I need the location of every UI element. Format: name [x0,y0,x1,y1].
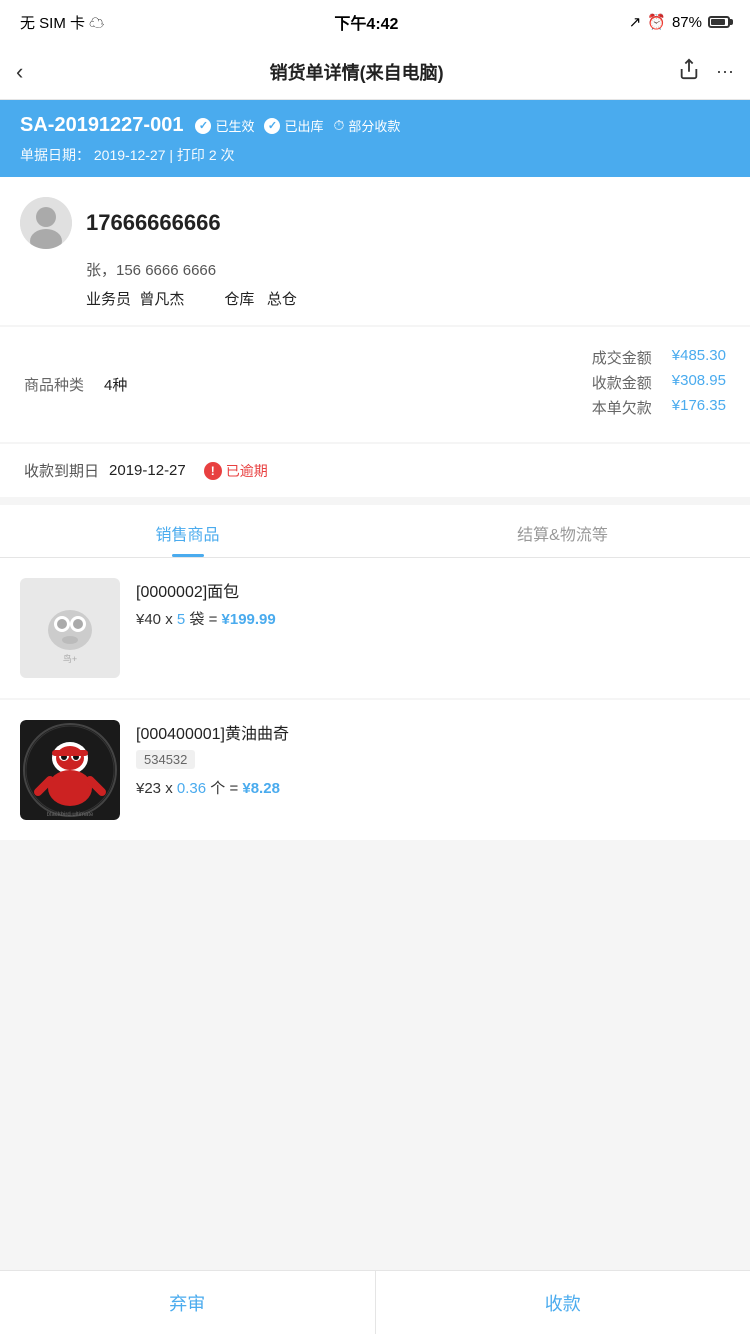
salesperson: 业务员 曾凡杰 [86,288,184,309]
order-id: SA-20191227-001 [20,114,183,137]
product-name-1: [0000002]面包 [136,578,730,602]
product-total-2: ¥8.28 [242,780,280,797]
badge-shipped: ✓ 已出库 [264,116,323,135]
product-qty-1: 5 [177,611,185,628]
nav-actions: ··· [678,58,734,85]
customer-contact: 张，156 6666 6666 [20,259,730,280]
due-date: 2019-12-27 [109,462,186,479]
tabs: 销售商品 结算&物流等 [0,505,750,557]
list-item: blackbird ultimate [000400001]黄油曲奇 53453… [0,700,750,840]
check-icon-2: ✓ [264,118,280,134]
received-label: 收款金额 [592,372,652,393]
customer-card: 17666666666 张，156 6666 6666 业务员 曾凡杰 仓库 总… [0,177,750,325]
check-icon-1: ✓ [195,118,211,134]
svg-text:blackbird ultimate: blackbird ultimate [47,812,94,818]
svg-text:鸟+: 鸟+ [63,653,77,664]
clock-icon: ⏱ [334,117,345,134]
warehouse: 仓库 总仓 [224,288,297,309]
status-badges: ✓ 已生效 ✓ 已出库 ⏱ 部分收款 [195,116,400,135]
customer-top: 17666666666 [20,197,730,249]
product-image-1: 鸟+ [20,578,120,678]
page-title: 销货单详情(来自电脑) [35,59,678,85]
badge-effective: ✓ 已生效 [195,116,254,135]
product-price-2: ¥23 x 0.36 个 = ¥8.28 [136,777,730,798]
back-button[interactable]: ‹ [16,51,35,93]
product-image-2: blackbird ultimate [20,720,120,820]
reject-button[interactable]: 弃审 [0,1271,376,1334]
product-price-1: ¥40 x 5 袋 = ¥199.99 [136,608,730,629]
due-card: 收款到期日 2019-12-27 ! 已逾期 [0,444,750,497]
customer-phone: 17666666666 [86,210,221,236]
customer-meta: 业务员 曾凡杰 仓库 总仓 [20,288,730,309]
badge-partial: ⏱ 部分收款 [334,116,401,135]
overdue-badge: ! 已逾期 [204,461,268,481]
order-date: 单据日期： 2019-12-27 | 打印 2 次 [20,145,730,165]
product-list: 鸟+ [0000002]面包 ¥40 x 5 袋 = ¥199.99 [0,558,750,840]
product-total-1: ¥199.99 [222,611,276,628]
list-item: 鸟+ [0000002]面包 ¥40 x 5 袋 = ¥199.99 [0,558,750,698]
type-value: 4种 [104,374,127,395]
owed-value: ¥176.35 [672,397,726,418]
status-bar: 无 SIM 卡 ☁ 下午4:42 ↗ ⏰ 87% [0,0,750,44]
summary-card: 商品种类 4种 成交金额 ¥485.30 收款金额 ¥308.95 本单欠款 ¥… [0,327,750,442]
avatar [20,197,72,249]
product-info-2: [000400001]黄油曲奇 534532 ¥23 x 0.36 个 = ¥8… [136,720,730,798]
status-right: ↗ ⏰ 87% [629,13,730,31]
collect-button[interactable]: 收款 [376,1271,750,1334]
summary-row: 商品种类 4种 成交金额 ¥485.30 收款金额 ¥308.95 本单欠款 ¥… [24,347,726,422]
tab-settlement[interactable]: 结算&物流等 [375,505,750,557]
amount-label: 成交金额 [592,347,652,368]
order-header: SA-20191227-001 ✓ 已生效 ✓ 已出库 ⏱ 部分收款 单据日期：… [0,100,750,177]
product-sku-2: 534532 [136,750,195,769]
battery-icon [708,16,730,28]
location-icon: ↗ [629,13,642,31]
type-label: 商品种类 [24,374,84,395]
overdue-text: 已逾期 [226,461,268,481]
tab-products[interactable]: 销售商品 [0,505,375,557]
share-button[interactable] [678,58,700,85]
product-name-2: [000400001]黄油曲奇 [136,720,730,744]
battery-label: 87% [672,14,702,31]
product-qty-2: 0.36 [177,780,206,797]
status-time: 下午4:42 [334,10,398,34]
summary-left: 商品种类 4种 [24,374,127,395]
nav-bar: ‹ 销货单详情(来自电脑) ··· [0,44,750,100]
owed-row: 本单欠款 ¥176.35 [592,397,726,418]
received-row: 收款金额 ¥308.95 [592,372,726,393]
overdue-icon: ! [204,462,222,480]
product-image-placeholder: 鸟+ [20,578,120,678]
more-button[interactable]: ··· [716,61,734,82]
status-left: 无 SIM 卡 ☁ [20,12,104,33]
tabs-container: 销售商品 结算&物流等 [0,505,750,558]
received-value: ¥308.95 [672,372,726,393]
amount-row: 成交金额 ¥485.30 [592,347,726,368]
sim-label: 无 SIM 卡 ☁ [20,12,104,33]
bottom-bar: 弃审 收款 [0,1270,750,1334]
product-info-1: [0000002]面包 ¥40 x 5 袋 = ¥199.99 [136,578,730,629]
alarm-icon: ⏰ [647,13,666,31]
owed-label: 本单欠款 [592,397,652,418]
due-label: 收款到期日 [24,460,99,481]
amount-value: ¥485.30 [672,347,726,368]
summary-right: 成交金额 ¥485.30 收款金额 ¥308.95 本单欠款 ¥176.35 [592,347,726,422]
